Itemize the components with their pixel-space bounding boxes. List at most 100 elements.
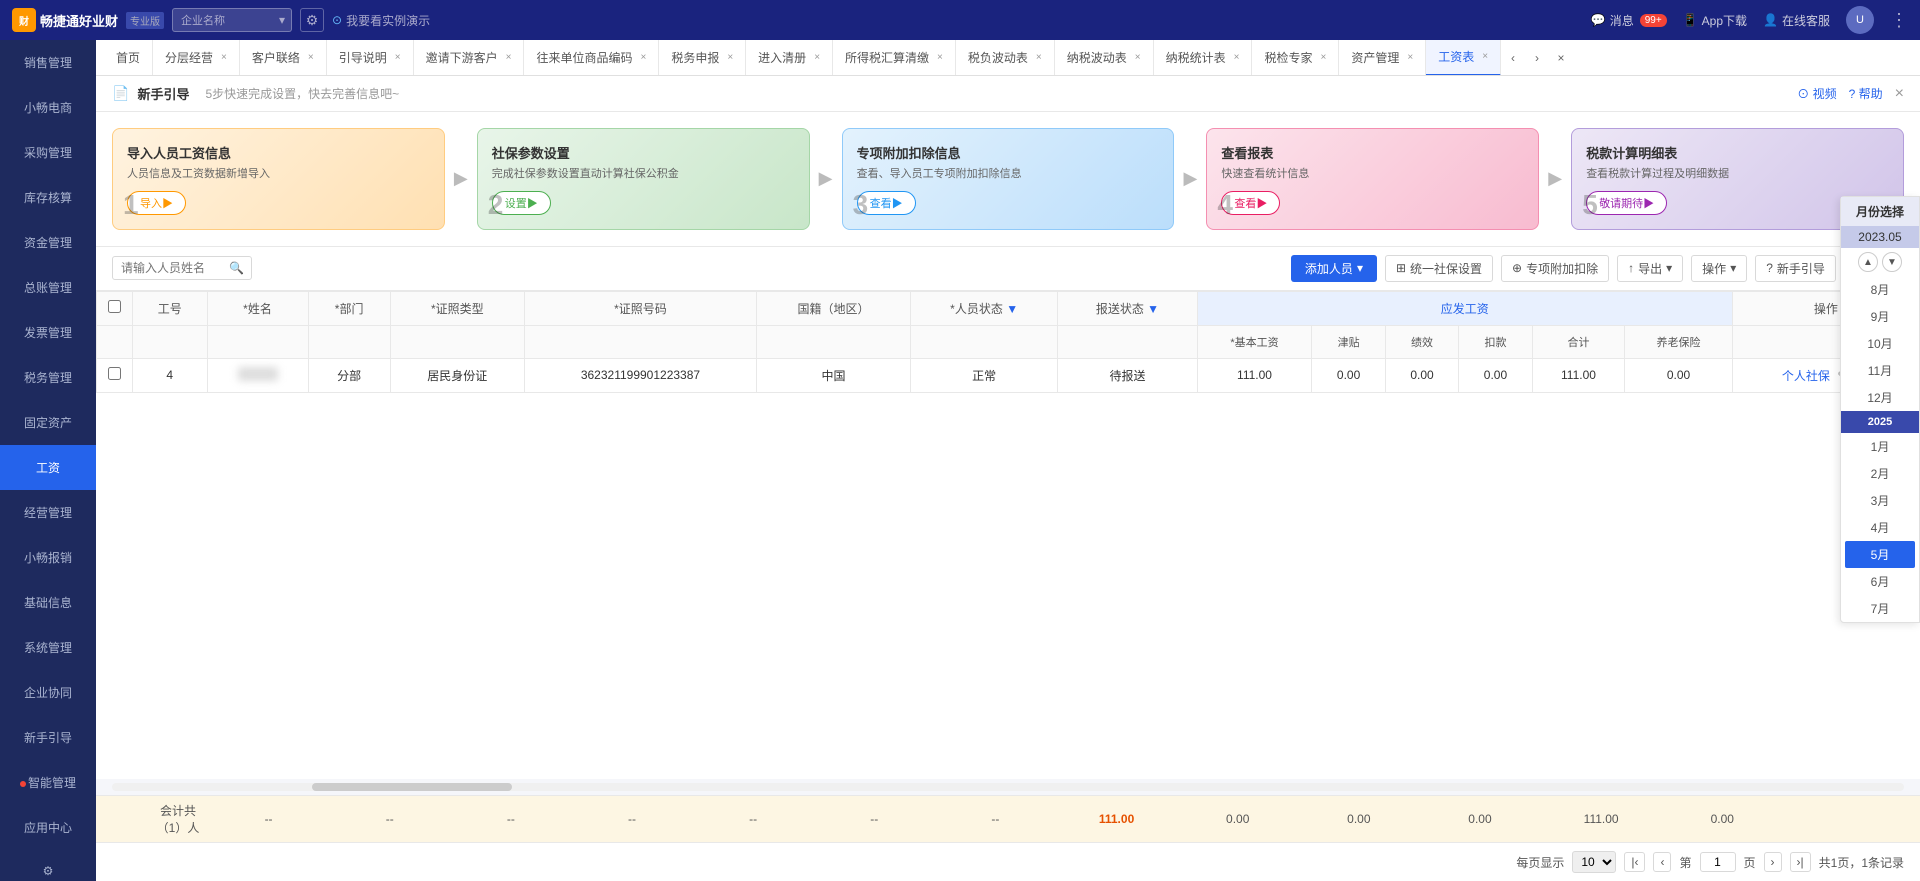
prev-page-btn[interactable]: ‹	[1653, 852, 1671, 872]
tab-close[interactable]: ×	[1407, 52, 1413, 63]
per-page-select[interactable]: 10 20 50	[1572, 851, 1616, 873]
month-item-1[interactable]: 1月	[1841, 433, 1919, 460]
sidebar-item-purchase[interactable]: 采购管理	[0, 130, 96, 175]
sidebar-item-ledger[interactable]: 总账管理	[0, 265, 96, 310]
th-dept: *部门	[308, 291, 390, 325]
month-item-5-active[interactable]: 5月	[1845, 541, 1915, 568]
sidebar-item-fixed[interactable]: 固定资产	[0, 400, 96, 445]
month-nav: ▲ ▼	[1841, 248, 1919, 276]
tab-home[interactable]: 首页	[104, 40, 153, 76]
tab-close[interactable]: ×	[1135, 52, 1141, 63]
export-btn[interactable]: ↑ 导出 ▾	[1617, 255, 1683, 282]
demo-link[interactable]: ⊙ 我要看实例演示	[332, 12, 430, 29]
month-item-3[interactable]: 3月	[1841, 487, 1919, 514]
tab-close[interactable]: ×	[1036, 52, 1042, 63]
page-input[interactable]	[1700, 852, 1736, 872]
tab-invite[interactable]: 邀请下游客户×	[414, 40, 525, 76]
tab-close[interactable]: ×	[221, 52, 227, 63]
guide-help-link[interactable]: ? 帮助	[1849, 85, 1883, 102]
tab-tax-burden[interactable]: 税负波动表×	[956, 40, 1055, 76]
next-page-btn[interactable]: ›	[1764, 852, 1782, 872]
row-checkbox[interactable]	[108, 367, 121, 380]
tab-close[interactable]: ×	[308, 52, 314, 63]
user-avatar[interactable]: U	[1846, 6, 1874, 34]
tab-close[interactable]: ×	[640, 52, 646, 63]
sidebar-item-report[interactable]: 小畅报销	[0, 535, 96, 580]
message-btn[interactable]: 💬 消息 99+	[1591, 12, 1667, 29]
sidebar-item-fund[interactable]: 资金管理	[0, 220, 96, 265]
tab-income-tax[interactable]: 所得税汇算清缴×	[833, 40, 956, 76]
tab-tax-wave[interactable]: 纳税波动表×	[1055, 40, 1154, 76]
unified-settings-btn[interactable]: ⊞ 统一社保设置	[1385, 255, 1493, 282]
tab-guide[interactable]: 引导说明×	[327, 40, 414, 76]
sidebar-item-collab[interactable]: 企业协同	[0, 670, 96, 715]
company-selector[interactable]: 企业名称 ▾	[172, 8, 292, 32]
operations-btn[interactable]: 操作 ▾	[1691, 255, 1747, 282]
tab-close[interactable]: ×	[814, 52, 820, 63]
month-nav-down[interactable]: ▼	[1882, 252, 1902, 272]
tab-contact[interactable]: 客户联络×	[240, 40, 327, 76]
sidebar-gear-btn[interactable]: ⚙	[0, 850, 96, 881]
tab-close-all[interactable]: ×	[1549, 40, 1573, 76]
month-item-4[interactable]: 4月	[1841, 514, 1919, 541]
month-item-7[interactable]: 7月	[1841, 595, 1919, 622]
month-item-6[interactable]: 6月	[1841, 568, 1919, 595]
special-deduction-btn[interactable]: ⊕ 专项附加扣除	[1501, 255, 1609, 282]
scrollbar-thumb[interactable]	[312, 783, 512, 791]
sidebar-item-inventory[interactable]: 库存核算	[0, 175, 96, 220]
tab-register[interactable]: 进入清册×	[746, 40, 833, 76]
first-page-btn[interactable]: |‹	[1624, 852, 1645, 872]
tab-layered[interactable]: 分层经营×	[153, 40, 240, 76]
status-filter-icon[interactable]: ▼	[1006, 302, 1018, 316]
sidebar-item-basic[interactable]: 基础信息	[0, 580, 96, 625]
online-service-btn[interactable]: 👤 在线客服	[1763, 12, 1830, 29]
tab-nav-left[interactable]: ‹	[1501, 40, 1525, 76]
month-nav-up[interactable]: ▲	[1858, 252, 1878, 272]
tab-close[interactable]: ×	[1234, 52, 1240, 63]
sidebar-item-system[interactable]: 系统管理	[0, 625, 96, 670]
tab-tax-report[interactable]: 税务申报×	[659, 40, 746, 76]
month-item-12[interactable]: 12月	[1841, 384, 1919, 411]
tab-salary[interactable]: 工资表×	[1426, 40, 1501, 76]
tab-close[interactable]: ×	[727, 52, 733, 63]
tab-tax-expert[interactable]: 税检专家×	[1252, 40, 1339, 76]
sidebar-item-ops[interactable]: 经营管理	[0, 490, 96, 535]
tab-asset[interactable]: 资产管理×	[1339, 40, 1426, 76]
sidebar-item-appcenter[interactable]: 应用中心	[0, 805, 96, 850]
th-checkbox	[97, 291, 133, 325]
guide-close-btn[interactable]: ×	[1895, 85, 1904, 103]
tab-close-salary[interactable]: ×	[1482, 51, 1488, 62]
tab-nav-right[interactable]: ›	[1525, 40, 1549, 76]
tab-close[interactable]: ×	[1320, 52, 1326, 63]
app-download-btn[interactable]: 📱 App下载	[1683, 12, 1747, 29]
search-input[interactable]	[112, 256, 252, 280]
sidebar-item-salary[interactable]: 工资	[0, 445, 96, 490]
tab-close[interactable]: ×	[395, 52, 401, 63]
submit-filter-icon[interactable]: ▼	[1147, 302, 1159, 316]
horizontal-scrollbar[interactable]	[112, 783, 1904, 791]
settings-icon[interactable]: ⚙	[300, 8, 324, 32]
select-all-checkbox[interactable]	[108, 300, 121, 313]
last-page-btn[interactable]: ›|	[1790, 852, 1811, 872]
sidebar-item-ecommerce[interactable]: 小畅电商	[0, 85, 96, 130]
add-person-btn[interactable]: 添加人员 ▾	[1291, 255, 1377, 282]
action-personal-social[interactable]: 个人社保	[1782, 369, 1830, 383]
month-item-11[interactable]: 11月	[1841, 357, 1919, 384]
tab-tax-stat[interactable]: 纳税统计表×	[1154, 40, 1253, 76]
user-menu-btn[interactable]: ⋮	[1890, 10, 1908, 31]
sidebar-item-tax[interactable]: 税务管理	[0, 355, 96, 400]
month-item-10[interactable]: 10月	[1841, 330, 1919, 357]
sidebar-item-invoice[interactable]: 发票管理	[0, 310, 96, 355]
tab-close[interactable]: ×	[937, 52, 943, 63]
guide-video-link[interactable]: ⊙ 视频	[1797, 85, 1836, 102]
guide-btn[interactable]: ? 新手引导	[1755, 255, 1836, 282]
sidebar-item-guide[interactable]: 新手引导	[0, 715, 96, 760]
tab-product-code[interactable]: 往来单位商品编码×	[524, 40, 659, 76]
tab-close[interactable]: ×	[506, 52, 512, 63]
sidebar-item-sales[interactable]: 销售管理	[0, 40, 96, 85]
sidebar-item-smart[interactable]: 智能管理	[0, 760, 96, 805]
month-item-9[interactable]: 9月	[1841, 303, 1919, 330]
month-item-8[interactable]: 8月	[1841, 276, 1919, 303]
step-5-btn[interactable]: 敬请期待▶	[1586, 191, 1667, 215]
month-item-2[interactable]: 2月	[1841, 460, 1919, 487]
